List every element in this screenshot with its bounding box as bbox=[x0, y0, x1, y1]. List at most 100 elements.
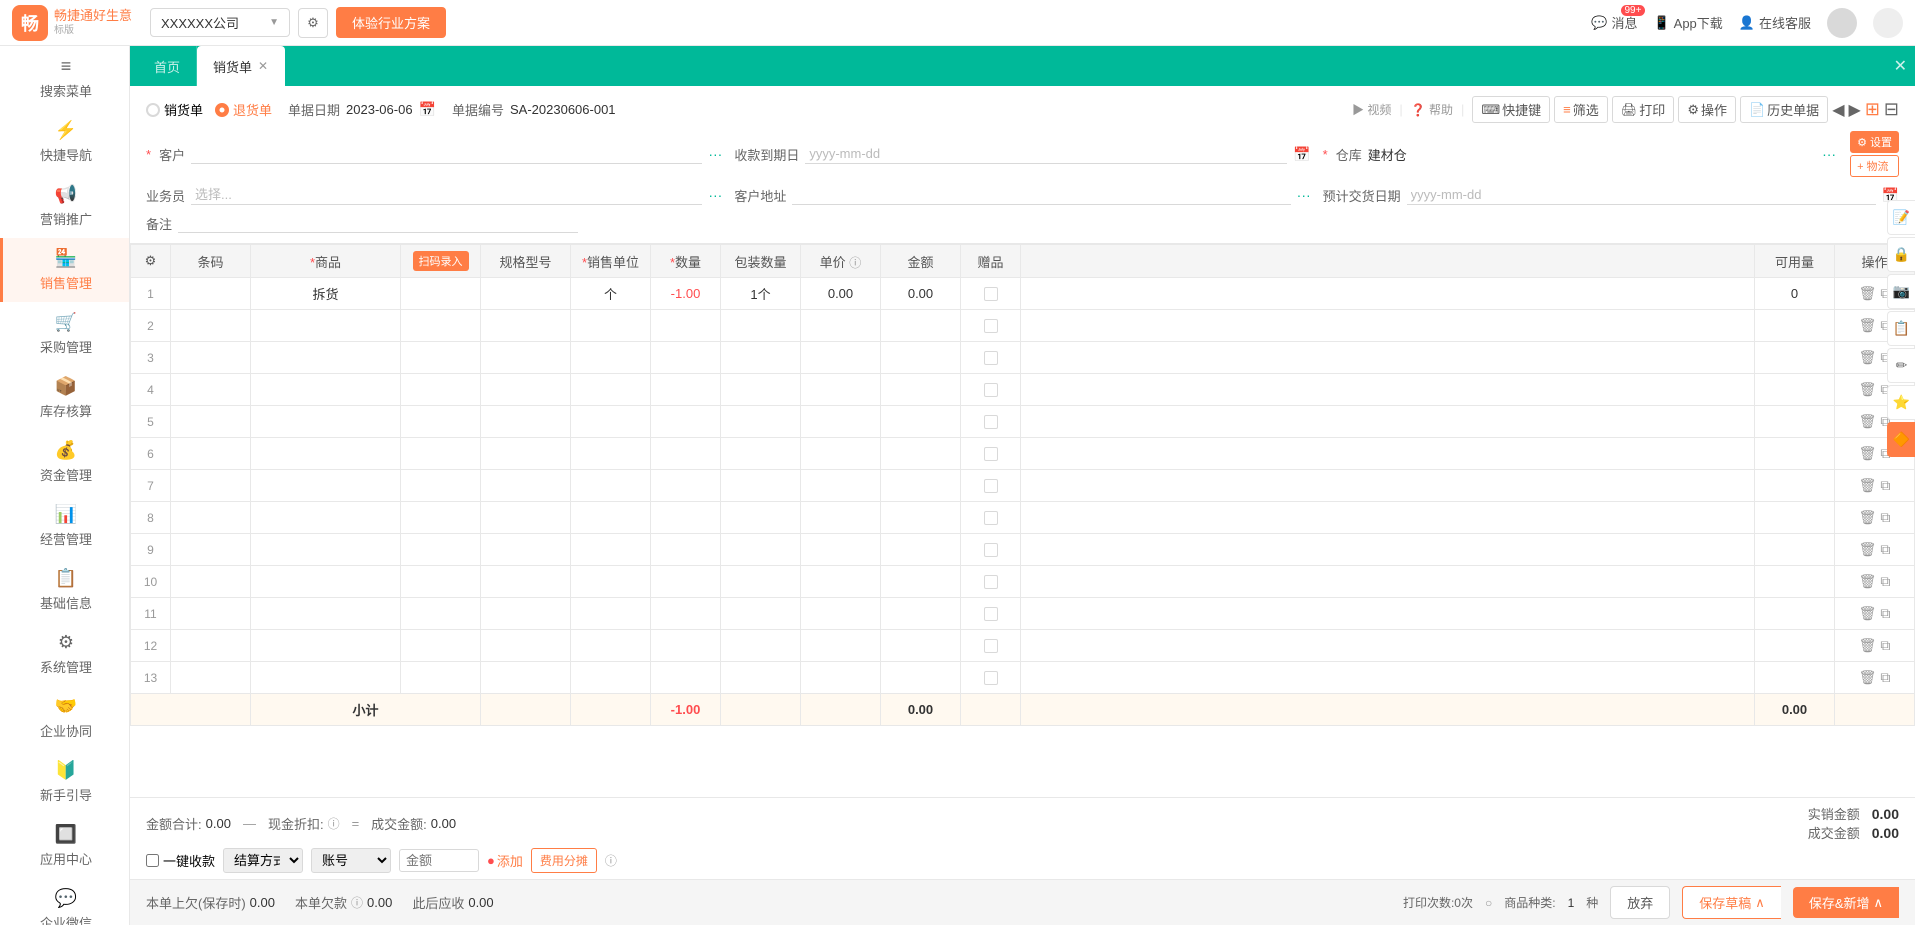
cell-product[interactable] bbox=[251, 470, 401, 502]
shortcut-btn[interactable]: ⌨ 快捷键 bbox=[1472, 96, 1550, 123]
cell-unit-price[interactable] bbox=[801, 534, 881, 566]
one-click-payment-checkbox[interactable] bbox=[146, 854, 159, 867]
cell-unit-price[interactable] bbox=[801, 470, 881, 502]
cell-gift[interactable] bbox=[961, 438, 1021, 470]
cell-gift[interactable] bbox=[961, 342, 1021, 374]
cell-unit[interactable] bbox=[571, 470, 651, 502]
sidebar-item-guide[interactable]: 🔰 新手引导 bbox=[0, 750, 129, 814]
cell-spec[interactable] bbox=[481, 598, 571, 630]
scan-button[interactable]: 扫码录入 bbox=[413, 251, 469, 271]
customer-input[interactable] bbox=[191, 144, 702, 164]
cell-gift[interactable] bbox=[961, 534, 1021, 566]
cell-quantity[interactable]: -1.00 bbox=[651, 278, 721, 310]
float-btn-7[interactable]: 🔶 bbox=[1887, 422, 1915, 457]
gift-checkbox[interactable] bbox=[984, 543, 998, 557]
delete-icon[interactable]: 🗑 bbox=[1859, 317, 1877, 334]
cell-unit-price[interactable] bbox=[801, 598, 881, 630]
float-btn-3[interactable]: 📷 bbox=[1887, 274, 1915, 309]
operate-btn[interactable]: ⚙ 操作 bbox=[1678, 96, 1736, 123]
cell-unit[interactable] bbox=[571, 598, 651, 630]
discard-button[interactable]: 放弃 bbox=[1610, 886, 1670, 919]
delete-icon[interactable]: 🗑 bbox=[1859, 381, 1877, 398]
cell-amount[interactable] bbox=[881, 630, 961, 662]
cell-barcode[interactable] bbox=[171, 310, 251, 342]
sidebar-item-sales[interactable]: 🏪 销售管理 bbox=[0, 238, 129, 302]
copy-icon[interactable]: ⧉ bbox=[1880, 573, 1890, 590]
tab-sales-order[interactable]: 销货单 ✕ bbox=[197, 46, 285, 86]
sidebar-item-system[interactable]: ⚙ 系统管理 bbox=[0, 622, 129, 686]
delete-icon[interactable]: 🗑 bbox=[1859, 285, 1877, 302]
cell-pack-qty[interactable] bbox=[721, 662, 801, 694]
gift-checkbox[interactable] bbox=[984, 415, 998, 429]
cell-pack-qty[interactable] bbox=[721, 566, 801, 598]
cell-gift[interactable] bbox=[961, 566, 1021, 598]
sidebar-item-shortcut[interactable]: ⚡ 快捷导航 bbox=[0, 110, 129, 174]
gift-checkbox[interactable] bbox=[984, 447, 998, 461]
split-btn[interactable]: 费用分摊 bbox=[531, 848, 597, 873]
trial-button[interactable]: 体验行业方案 bbox=[336, 7, 446, 38]
sidebar-item-marketing[interactable]: 📢 营销推广 bbox=[0, 174, 129, 238]
logistics-btn[interactable]: + 物流 bbox=[1850, 155, 1899, 177]
cell-product[interactable] bbox=[251, 630, 401, 662]
radio-sale[interactable]: 销货单 bbox=[146, 100, 203, 119]
cell-quantity[interactable] bbox=[651, 534, 721, 566]
delete-icon[interactable]: 🗑 bbox=[1859, 669, 1877, 686]
th-settings[interactable]: ⚙ bbox=[131, 245, 171, 278]
cell-amount[interactable] bbox=[881, 342, 961, 374]
cell-barcode[interactable] bbox=[171, 566, 251, 598]
cell-amount[interactable] bbox=[881, 374, 961, 406]
sidebar-item-purchase[interactable]: 🛒 采购管理 bbox=[0, 302, 129, 366]
cell-barcode[interactable] bbox=[171, 502, 251, 534]
cell-gift[interactable] bbox=[961, 598, 1021, 630]
cell-unit[interactable] bbox=[571, 630, 651, 662]
sidebar-item-finance[interactable]: 💰 资金管理 bbox=[0, 430, 129, 494]
sidebar-item-inventory[interactable]: 📦 库存核算 bbox=[0, 366, 129, 430]
cell-amount[interactable]: 0.00 bbox=[881, 278, 961, 310]
cell-gift[interactable] bbox=[961, 374, 1021, 406]
cell-amount[interactable] bbox=[881, 534, 961, 566]
cell-product[interactable] bbox=[251, 374, 401, 406]
cell-gift[interactable] bbox=[961, 310, 1021, 342]
copy-icon[interactable]: ⧉ bbox=[1880, 509, 1890, 526]
cell-unit-price[interactable]: 0.00 bbox=[801, 278, 881, 310]
help-btn[interactable]: ❓ 帮助 bbox=[1411, 101, 1453, 118]
delete-icon[interactable]: 🗑 bbox=[1859, 477, 1877, 494]
save-draft-button[interactable]: 保存草稿 ∧ bbox=[1682, 886, 1781, 919]
cell-amount[interactable] bbox=[881, 502, 961, 534]
payment-method-select[interactable]: 结算方式 bbox=[223, 848, 303, 873]
salesperson-input[interactable] bbox=[191, 185, 702, 205]
account-select[interactable]: 账号 bbox=[311, 848, 391, 873]
float-btn-2[interactable]: 🔒 bbox=[1887, 237, 1915, 272]
cell-amount[interactable] bbox=[881, 310, 961, 342]
th-scan[interactable]: 扫码录入 bbox=[401, 245, 481, 278]
cell-quantity[interactable] bbox=[651, 566, 721, 598]
cell-quantity[interactable] bbox=[651, 598, 721, 630]
save-new-button[interactable]: 保存&新增 ∧ bbox=[1793, 887, 1899, 918]
cell-spec[interactable] bbox=[481, 662, 571, 694]
cell-gift[interactable] bbox=[961, 406, 1021, 438]
delete-icon[interactable]: 🗑 bbox=[1859, 637, 1877, 654]
cell-pack-qty[interactable] bbox=[721, 310, 801, 342]
copy-icon[interactable]: ⧉ bbox=[1880, 477, 1890, 494]
message-button[interactable]: 💬 消息 99+ bbox=[1591, 13, 1637, 32]
cell-quantity[interactable] bbox=[651, 374, 721, 406]
cell-barcode[interactable] bbox=[171, 406, 251, 438]
history-btn[interactable]: 📄 历史单据 bbox=[1740, 96, 1828, 123]
copy-icon[interactable]: ⧉ bbox=[1880, 637, 1890, 654]
cell-amount[interactable] bbox=[881, 598, 961, 630]
cell-amount[interactable] bbox=[881, 566, 961, 598]
settings-button[interactable]: ⚙ bbox=[298, 8, 328, 38]
cell-barcode[interactable] bbox=[171, 470, 251, 502]
app-download-button[interactable]: 📱 App下载 bbox=[1653, 13, 1722, 32]
cell-unit[interactable] bbox=[571, 438, 651, 470]
cell-unit[interactable] bbox=[571, 406, 651, 438]
settings-btn[interactable]: ⚙ 设置 bbox=[1850, 131, 1899, 153]
cell-quantity[interactable] bbox=[651, 502, 721, 534]
gift-checkbox[interactable] bbox=[984, 319, 998, 333]
cell-unit-price[interactable] bbox=[801, 406, 881, 438]
gift-checkbox[interactable] bbox=[984, 383, 998, 397]
avatar[interactable] bbox=[1827, 8, 1857, 38]
cell-pack-qty[interactable] bbox=[721, 374, 801, 406]
print-btn[interactable]: 🖨 打印 bbox=[1612, 96, 1675, 123]
delete-icon[interactable]: 🗑 bbox=[1859, 573, 1877, 590]
